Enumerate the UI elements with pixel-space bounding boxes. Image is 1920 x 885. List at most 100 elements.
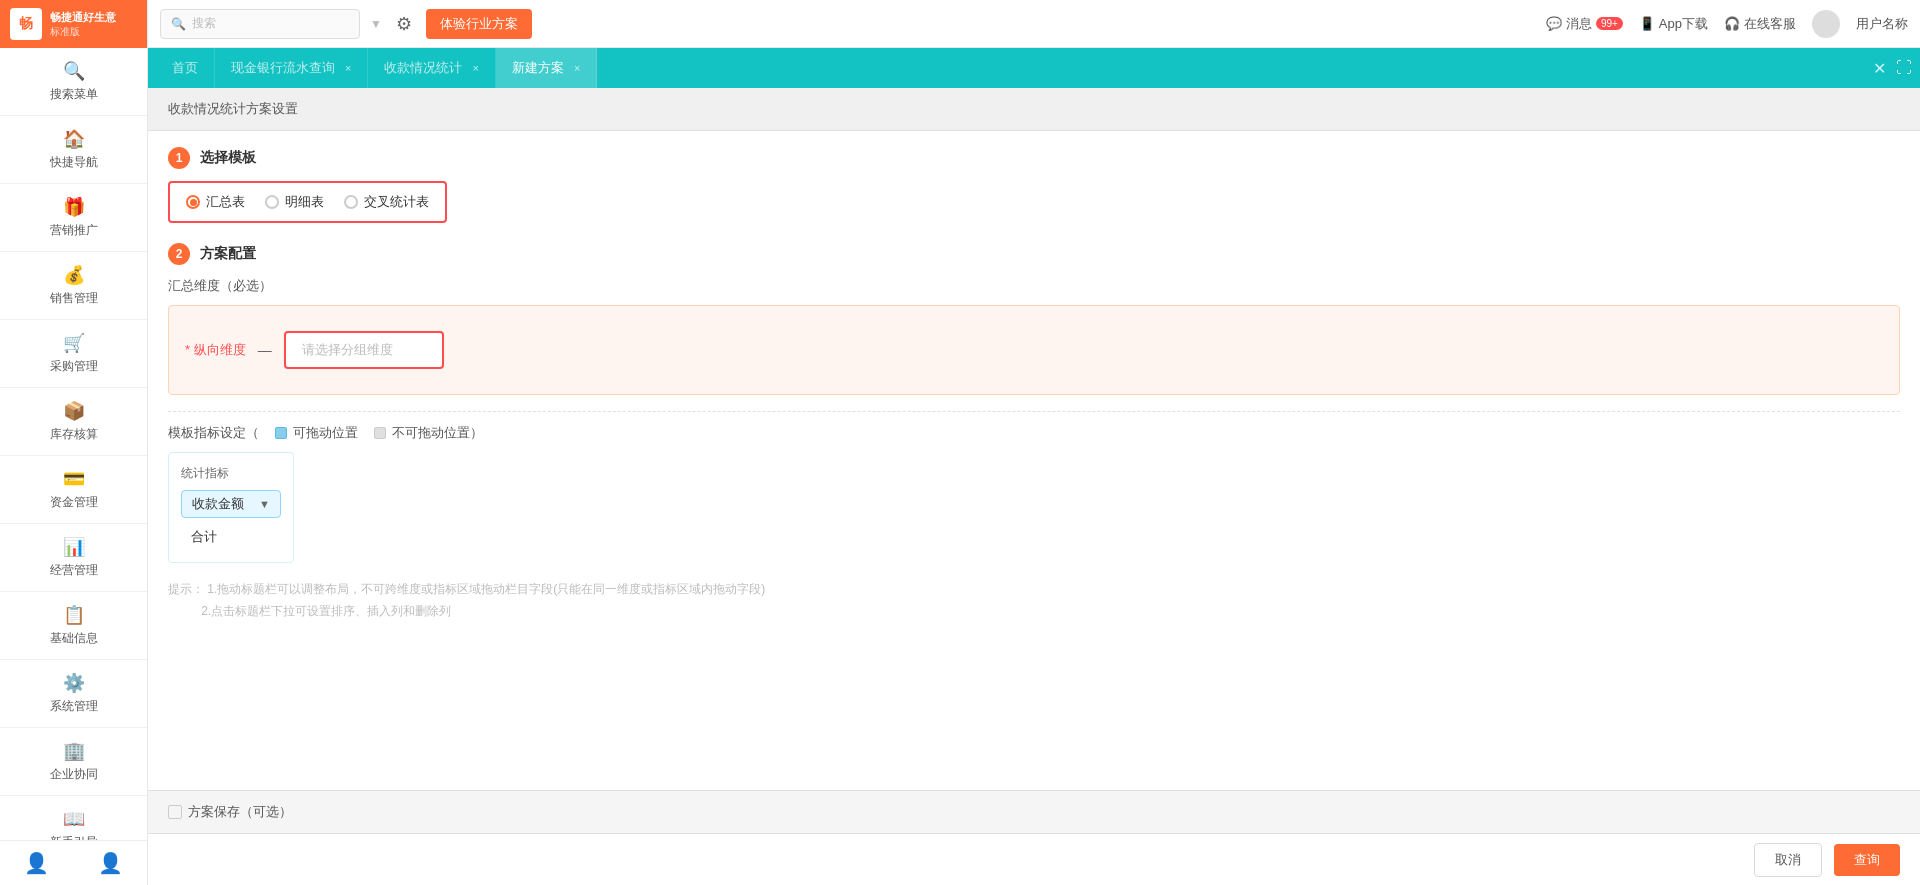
- form-body: 1 选择模板 汇总表 明细表 交叉统计表: [148, 131, 1920, 790]
- query-button[interactable]: 查询: [1834, 844, 1900, 876]
- radio-summary-circle: [186, 195, 200, 209]
- sidebar-item-marketing[interactable]: 🎁 营销推广: [0, 184, 147, 252]
- finance-label: 资金管理: [50, 494, 98, 511]
- sidebar-item-sales[interactable]: 💰 销售管理: [0, 252, 147, 320]
- tab-collection-stats[interactable]: 收款情况统计 ×: [368, 48, 495, 88]
- logo: 畅 畅捷通好生意 标准版: [0, 0, 147, 48]
- download-item[interactable]: 📱 App下载: [1639, 15, 1708, 33]
- sidebar-item-finance[interactable]: 💳 资金管理: [0, 456, 147, 524]
- dimension-area: * 纵向维度 — 请选择分组维度: [168, 305, 1900, 395]
- page-header: 收款情况统计方案设置: [148, 88, 1920, 131]
- tab-new-plan[interactable]: 新建方案 ×: [496, 48, 597, 88]
- radio-summary[interactable]: 汇总表: [186, 193, 245, 211]
- gear-icon[interactable]: ⚙: [392, 9, 416, 39]
- tab-bank-flow[interactable]: 现金银行流水查询 ×: [215, 48, 368, 88]
- search-menu-label: 搜索菜单: [50, 86, 98, 103]
- message-badge: 99+: [1596, 17, 1623, 30]
- radio-cross-circle: [344, 195, 358, 209]
- tab-home-label: 首页: [172, 59, 198, 77]
- support-label: 在线客服: [1744, 15, 1796, 33]
- topbar-search[interactable]: 🔍 搜索: [160, 9, 360, 39]
- tabbar: 首页 现金银行流水查询 × 收款情况统计 × 新建方案 × ✕ ⛶: [148, 48, 1920, 88]
- dimension-input-placeholder: 请选择分组维度: [302, 342, 393, 357]
- finance-icon: 💳: [63, 468, 85, 490]
- topbar-chevron-icon[interactable]: ▼: [370, 17, 382, 31]
- tab-new-plan-close[interactable]: ×: [574, 62, 580, 74]
- message-icon: 💬: [1546, 16, 1562, 31]
- dimension-arrow: —: [258, 342, 272, 358]
- save-plan-checkbox[interactable]: 方案保存（可选）: [168, 803, 292, 821]
- hint-2: 2.点击标题栏下拉可设置排序、插入列和删除列: [168, 601, 1900, 623]
- legend-movable-label: 可拖动位置: [293, 424, 358, 442]
- sidebar-item-operations[interactable]: 📊 经营管理: [0, 524, 147, 592]
- sidebar-bottom-user2[interactable]: 👤: [98, 851, 123, 875]
- step1-header: 1 选择模板: [168, 147, 1900, 169]
- legend-movable: 可拖动位置: [275, 424, 358, 442]
- sidebar-nav: 🔍 搜索菜单 🏠 快捷导航 🎁 营销推广 💰 销售管理 🛒 采购管理 📦 库存核…: [0, 48, 147, 840]
- corp-collab-label: 企业协同: [50, 766, 98, 783]
- sidebar: 畅 畅捷通好生意 标准版 🔍 搜索菜单 🏠 快捷导航 🎁 营销推广 💰 销售管理…: [0, 0, 148, 885]
- step2-number: 2: [168, 243, 190, 265]
- purchase-label: 采购管理: [50, 358, 98, 375]
- sidebar-item-purchase[interactable]: 🛒 采购管理: [0, 320, 147, 388]
- page-content: 收款情况统计方案设置 1 选择模板 汇总表 明细表: [148, 88, 1920, 833]
- message-item[interactable]: 💬 消息 99+: [1546, 15, 1623, 33]
- radio-detail-label: 明细表: [285, 193, 324, 211]
- metrics-card-title: 统计指标: [181, 465, 281, 482]
- user-avatar[interactable]: [1812, 10, 1840, 38]
- support-icon: 🎧: [1724, 16, 1740, 31]
- download-label: App下载: [1659, 15, 1708, 33]
- operations-icon: 📊: [63, 536, 85, 558]
- sidebar-item-system[interactable]: ⚙️ 系统管理: [0, 660, 147, 728]
- metric-chip-dropdown-icon[interactable]: ▼: [259, 498, 270, 510]
- logo-brand: 畅捷通好生意: [50, 10, 116, 25]
- hint-1: 提示： 1.拖动标题栏可以调整布局，不可跨维度或指标区域拖动栏目字段(只能在同一…: [168, 579, 1900, 601]
- tab-bank-flow-close[interactable]: ×: [345, 62, 351, 74]
- logo-text: 畅捷通好生意 标准版: [50, 10, 116, 39]
- tabbar-close-icon[interactable]: ✕: [1873, 59, 1886, 78]
- message-label: 消息: [1566, 15, 1592, 33]
- tab-collection-stats-close[interactable]: ×: [472, 62, 478, 74]
- tab-home[interactable]: 首页: [156, 48, 215, 88]
- section-divider: [168, 411, 1900, 412]
- search-icon: 🔍: [171, 17, 186, 31]
- inventory-icon: 📦: [63, 400, 85, 422]
- metric-chip-collection[interactable]: 收款金额 ▼: [181, 490, 281, 518]
- breadcrumb: 收款情况统计方案设置: [168, 101, 298, 116]
- search-placeholder: 搜索: [192, 15, 216, 32]
- metrics-section: 模板指标设定（ 可拖动位置 不可拖动位置） 统计指标: [168, 424, 1900, 563]
- save-plan-checkbox-box: [168, 805, 182, 819]
- metrics-header: 模板指标设定（ 可拖动位置 不可拖动位置）: [168, 424, 1900, 442]
- user-name: 用户名称: [1856, 15, 1908, 33]
- new-guide-icon: 📖: [63, 808, 85, 830]
- legend-fixed-dot: [374, 427, 386, 439]
- cancel-button[interactable]: 取消: [1754, 843, 1822, 877]
- radio-summary-label: 汇总表: [206, 193, 245, 211]
- logo-icon: 畅: [10, 8, 42, 40]
- radio-detail[interactable]: 明细表: [265, 193, 324, 211]
- sidebar-item-corp-collab[interactable]: 🏢 企业协同: [0, 728, 147, 796]
- sidebar-item-quick-nav[interactable]: 🏠 快捷导航: [0, 116, 147, 184]
- sidebar-item-new-guide[interactable]: 📖 新手引导: [0, 796, 147, 840]
- hint-section: 提示： 1.拖动标题栏可以调整布局，不可跨维度或指标区域拖动栏目字段(只能在同一…: [168, 579, 1900, 622]
- dimension-row-label: * 纵向维度: [185, 341, 246, 359]
- sidebar-bottom-user1[interactable]: 👤: [24, 851, 49, 875]
- sidebar-item-search-menu[interactable]: 🔍 搜索菜单: [0, 48, 147, 116]
- sidebar-item-inventory[interactable]: 📦 库存核算: [0, 388, 147, 456]
- dimension-input[interactable]: 请选择分组维度: [284, 331, 444, 369]
- marketing-label: 营销推广: [50, 222, 98, 239]
- industry-plan-button[interactable]: 体验行业方案: [426, 9, 532, 39]
- corp-collab-icon: 🏢: [63, 740, 85, 762]
- tab-collection-stats-label: 收款情况统计: [384, 59, 462, 77]
- page-footer: 方案保存（可选）: [148, 790, 1920, 833]
- tabbar-expand-icon[interactable]: ⛶: [1896, 59, 1912, 77]
- sidebar-item-basic-info[interactable]: 📋 基础信息: [0, 592, 147, 660]
- step1-title: 选择模板: [200, 149, 256, 167]
- save-plan-checkbox-label: 方案保存（可选）: [188, 803, 292, 821]
- marketing-icon: 🎁: [63, 196, 85, 218]
- topbar-right: 💬 消息 99+ 📱 App下载 🎧 在线客服 用户名称: [1546, 10, 1908, 38]
- radio-cross[interactable]: 交叉统计表: [344, 193, 429, 211]
- support-item[interactable]: 🎧 在线客服: [1724, 15, 1796, 33]
- step2-title: 方案配置: [200, 245, 256, 263]
- step2-header: 2 方案配置: [168, 243, 1900, 265]
